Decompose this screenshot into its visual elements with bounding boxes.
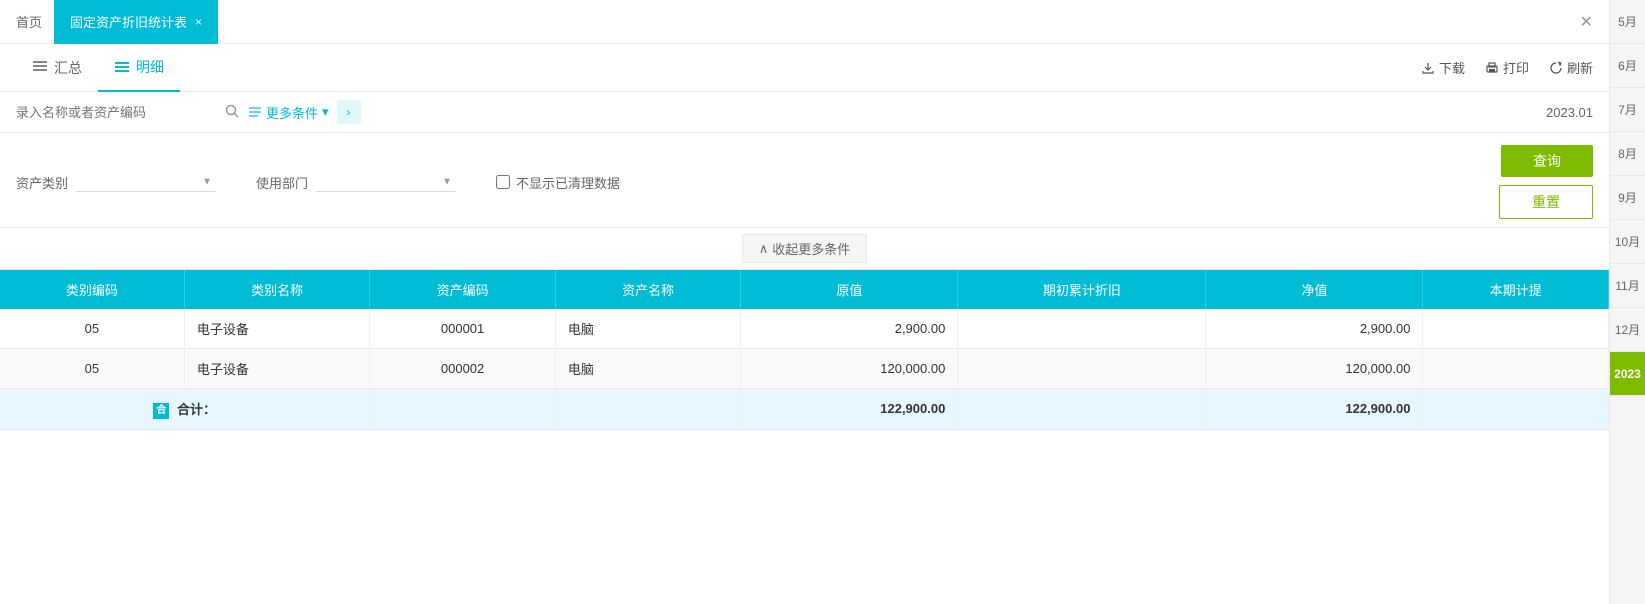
cell-total-current-period	[1423, 389, 1609, 430]
cell-total-acc-depreciation	[958, 389, 1206, 430]
sidebar-month-6[interactable]: 6月	[1610, 44, 1645, 88]
expand-button[interactable]: ›	[337, 100, 361, 124]
date-display: 2023.01	[1546, 105, 1593, 120]
table-total-row: 合 合计： 122,900.00 122,900.00	[0, 389, 1609, 430]
download-label: 下载	[1439, 58, 1465, 77]
table-row: 05 电子设备 000002 电脑 120,000.00 120,000.00	[0, 349, 1609, 389]
cell-asset-code-1: 000002	[370, 349, 556, 389]
cell-net-value-0: 2,900.00	[1206, 309, 1423, 349]
asset-category-select[interactable]	[76, 172, 216, 192]
toolbar: 下载 打印 刷新	[1421, 58, 1593, 77]
right-sidebar: 5月 6月 7月 8月 9月 10月 11月 12月 2023	[1609, 0, 1645, 604]
print-label: 打印	[1503, 58, 1529, 77]
cell-asset-code-0: 000001	[370, 309, 556, 349]
cell-original-value-1: 120,000.00	[741, 349, 958, 389]
department-label: 使用部门	[256, 173, 308, 192]
home-tab[interactable]: 首页	[16, 12, 54, 31]
sidebar-month-11[interactable]: 11月	[1610, 264, 1645, 308]
data-table: 类别编码 类别名称 资产编码 资产名称 原值 期初累计折旧 净值 本期计提 05…	[0, 270, 1609, 430]
query-button[interactable]: 查询	[1501, 145, 1593, 177]
window-close-button[interactable]: ✕	[1580, 12, 1593, 32]
hide-cleared-label: 不显示已清理数据	[516, 173, 620, 192]
cell-original-value-0: 2,900.00	[741, 309, 958, 349]
download-button[interactable]: 下载	[1421, 58, 1465, 77]
chevron-down-icon: ▾	[322, 104, 329, 120]
active-tab[interactable]: 固定资产折旧统计表 ×	[54, 0, 218, 44]
filter-actions: 查询 重置	[1499, 145, 1593, 219]
col-header-net-value: 净值	[1206, 270, 1423, 309]
cell-category-code-1: 05	[0, 349, 184, 389]
tab-label: 固定资产折旧统计表	[70, 12, 187, 31]
cell-category-name-0: 电子设备	[184, 309, 370, 349]
cell-acc-depreciation-0	[958, 309, 1206, 349]
col-header-asset-code: 资产编码	[370, 270, 556, 309]
cell-category-code-0: 05	[0, 309, 184, 349]
search-icon	[224, 103, 240, 122]
asset-category-select-wrapper	[76, 172, 216, 192]
tab-detail[interactable]: 明细	[98, 44, 180, 92]
hide-cleared-checkbox[interactable]	[496, 175, 510, 189]
col-header-category-code: 类别编码	[0, 270, 184, 309]
asset-category-filter: 资产类别	[16, 172, 216, 192]
search-input[interactable]	[16, 105, 216, 120]
sidebar-month-9[interactable]: 9月	[1610, 176, 1645, 220]
collapse-label: 收起更多条件	[772, 239, 850, 258]
cell-asset-name-1: 电脑	[555, 349, 741, 389]
more-conditions-label: 更多条件	[266, 103, 318, 122]
hide-cleared-filter: 不显示已清理数据	[496, 173, 620, 192]
department-select[interactable]	[316, 172, 456, 192]
sidebar-month-10[interactable]: 10月	[1610, 220, 1645, 264]
col-header-original-value: 原值	[741, 270, 958, 309]
sidebar-month-12[interactable]: 12月	[1610, 308, 1645, 352]
cell-category-name-1: 电子设备	[184, 349, 370, 389]
department-select-wrapper	[316, 172, 456, 192]
department-filter: 使用部门	[256, 172, 456, 192]
sidebar-year[interactable]: 2023	[1610, 352, 1645, 396]
sidebar-month-7[interactable]: 7月	[1610, 88, 1645, 132]
more-conditions-button[interactable]: 更多条件 ▾	[248, 103, 329, 122]
cell-total-original-value: 122,900.00	[741, 389, 958, 430]
tab-summary[interactable]: 汇总	[16, 44, 98, 92]
cell-asset-name-0: 电脑	[555, 309, 741, 349]
cell-acc-depreciation-1	[958, 349, 1206, 389]
cell-current-period-0	[1423, 309, 1609, 349]
layers-icon	[32, 60, 48, 76]
cell-current-period-1	[1423, 349, 1609, 389]
chevron-up-icon: ∧	[759, 241, 769, 257]
sidebar-month-5[interactable]: 5月	[1610, 0, 1645, 44]
sub-tabs-bar: 汇总 明细 下载 打印 刷新	[0, 44, 1609, 92]
refresh-button[interactable]: 刷新	[1549, 58, 1593, 77]
sidebar-month-8[interactable]: 8月	[1610, 132, 1645, 176]
table-header-row: 类别编码 类别名称 资产编码 资产名称 原值 期初累计折旧 净值 本期计提	[0, 270, 1609, 309]
table-wrapper: 类别编码 类别名称 资产编码 资产名称 原值 期初累计折旧 净值 本期计提 05…	[0, 270, 1609, 604]
total-icon: 合	[153, 403, 169, 419]
collapse-button[interactable]: ∧ 收起更多条件	[742, 234, 868, 263]
collapse-row: ∧ 收起更多条件	[0, 228, 1609, 270]
asset-category-label: 资产类别	[16, 173, 68, 192]
tab-close-icon[interactable]: ×	[195, 15, 202, 29]
filter-area: 资产类别 使用部门 不显示已清理数据	[0, 133, 1609, 228]
col-header-acc-depreciation: 期初累计折旧	[958, 270, 1206, 309]
print-button[interactable]: 打印	[1485, 58, 1529, 77]
table-row: 05 电子设备 000001 电脑 2,900.00 2,900.00	[0, 309, 1609, 349]
tab-summary-label: 汇总	[54, 58, 82, 78]
refresh-label: 刷新	[1567, 58, 1593, 77]
cell-total-net-value: 122,900.00	[1206, 389, 1423, 430]
search-bar: 更多条件 ▾ › 2023.01	[0, 92, 1609, 133]
col-header-asset-name: 资产名称	[555, 270, 741, 309]
col-header-current-period: 本期计提	[1423, 270, 1609, 309]
col-header-category-name: 类别名称	[184, 270, 370, 309]
list-icon	[114, 59, 130, 75]
tab-detail-label: 明细	[136, 57, 164, 77]
cell-total-label: 合 合计：	[0, 389, 370, 430]
reset-button[interactable]: 重置	[1499, 185, 1593, 219]
cell-net-value-1: 120,000.00	[1206, 349, 1423, 389]
